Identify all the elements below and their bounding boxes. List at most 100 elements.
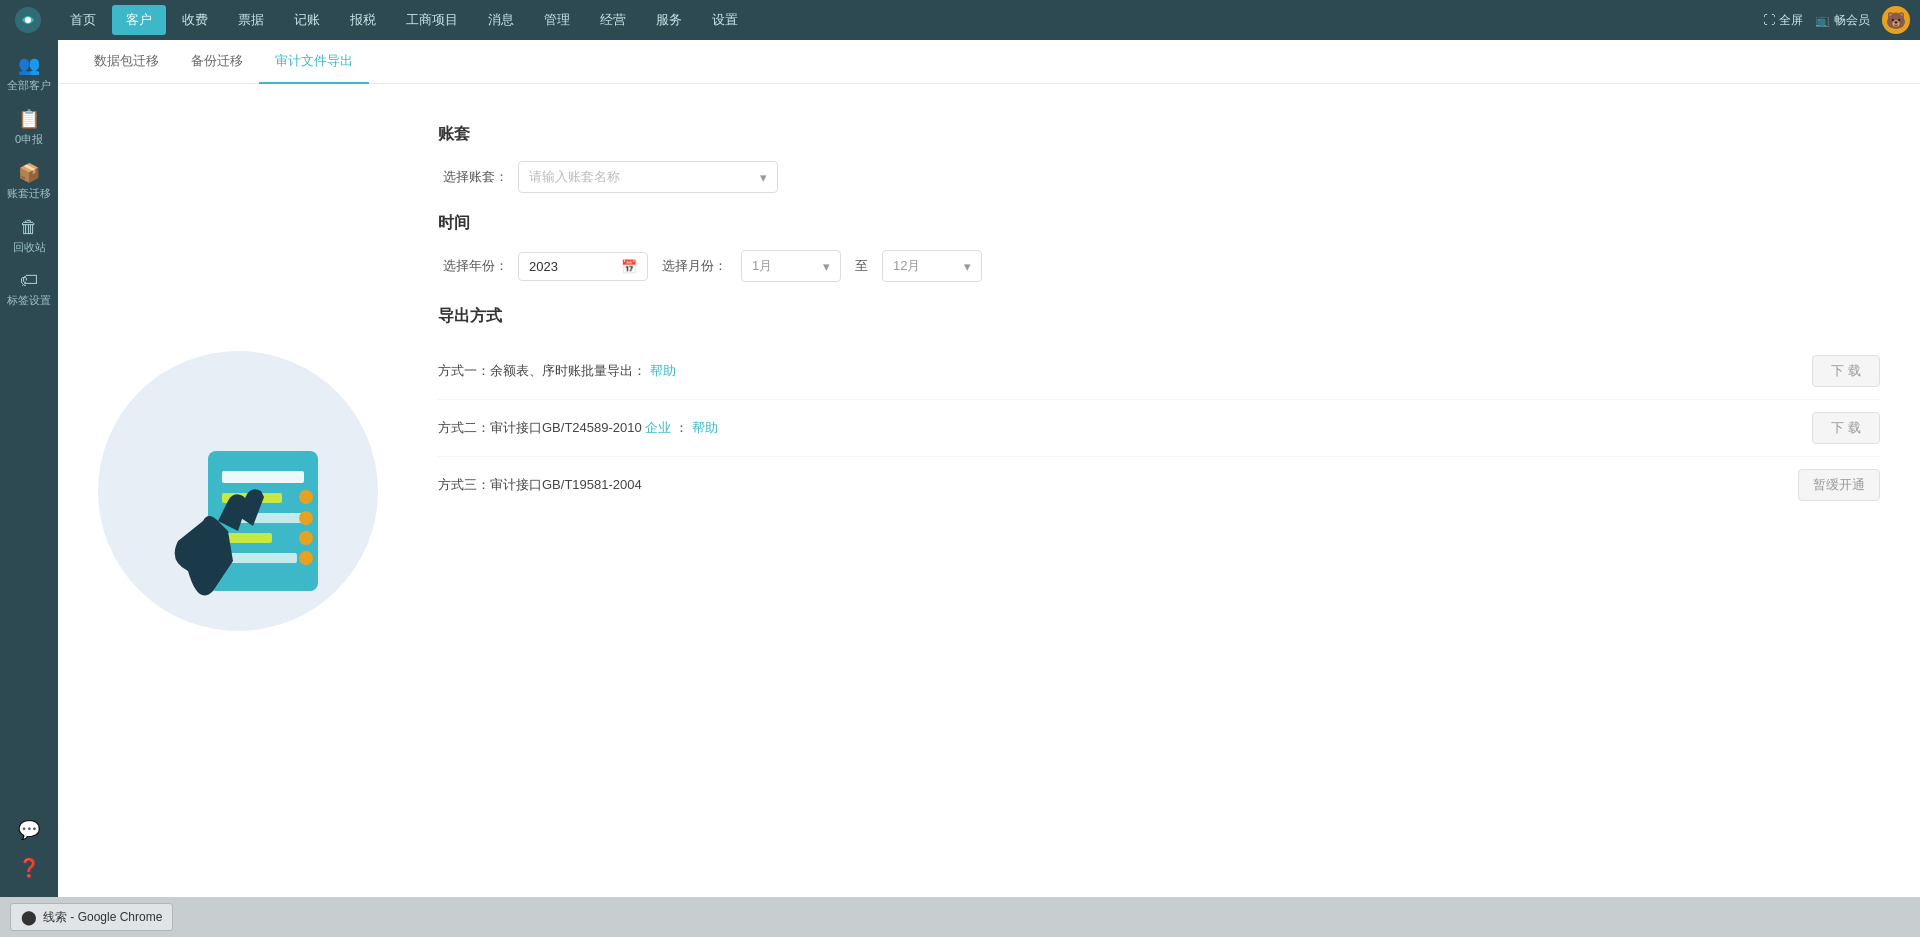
svg-point-8	[299, 490, 313, 504]
illustration-circle	[98, 351, 378, 631]
app-logo	[10, 2, 46, 38]
export-method-2: 方式二：审计接口GB/T24589-2010 企业 ： 帮助 下 载	[438, 400, 1880, 457]
svg-point-9	[299, 511, 313, 525]
content-area: 数据包迁移 备份迁移 审计文件导出	[58, 40, 1920, 897]
export-method-3: 方式三：审计接口GB/T19581-2004 暂缓开通	[438, 457, 1880, 513]
export-method-1: 方式一：余额表、序时账批量导出： 帮助 下 载	[438, 343, 1880, 400]
sidebar-label-migrate: 账套迁移	[7, 187, 51, 200]
sidebar-label-tag: 标签设置	[7, 294, 51, 307]
fullscreen-button[interactable]: ⛶ 全屏	[1763, 12, 1803, 29]
taskbar-item-label: 线索 - Google Chrome	[43, 909, 162, 926]
sidebar-label-recycle: 回收站	[13, 241, 46, 254]
illustration-area	[98, 114, 378, 867]
time-to-label: 至	[851, 257, 872, 275]
month-start-select[interactable]: 1月 ▾	[741, 250, 841, 282]
sidebar-item-tag-settings[interactable]: 🏷 标签设置	[3, 264, 55, 313]
top-navigation: 首页 客户 收费 票据 记账 报税 工商项目 消息 管理 经营 服务 设置 ⛶ …	[0, 0, 1920, 40]
nav-fee[interactable]: 收费	[168, 5, 222, 35]
fullscreen-icon: ⛶	[1763, 13, 1775, 27]
export-method-1-help[interactable]: 帮助	[650, 363, 676, 378]
export-method-1-text: 方式一：余额表、序时账批量导出：	[438, 363, 646, 378]
year-select[interactable]: 2023 📅	[518, 252, 648, 281]
tag-icon: 🏷	[20, 270, 38, 291]
sidebar-item-recycle[interactable]: 🗑 回收站	[3, 211, 55, 260]
nav-accounting[interactable]: 记账	[280, 5, 334, 35]
nav-settings[interactable]: 设置	[698, 5, 752, 35]
nav-tax[interactable]: 报税	[336, 5, 390, 35]
message-icon: 💬	[18, 819, 40, 841]
account-section-title: 账套	[438, 124, 1880, 145]
svg-rect-7	[222, 553, 297, 563]
top-nav-right: ⛶ 全屏 📺 畅会员 🐻	[1763, 6, 1910, 34]
tab-backup-migrate[interactable]: 备份迁移	[175, 40, 259, 84]
avatar[interactable]: 🐻	[1882, 6, 1910, 34]
sidebar-label-all-clients: 全部客户	[7, 79, 51, 92]
download-button-1[interactable]: 下 载	[1812, 355, 1880, 387]
year-label: 选择年份：	[438, 257, 508, 275]
svg-point-1	[25, 17, 31, 23]
export-section: 导出方式 方式一：余额表、序时账批量导出： 帮助 下 载 方式二：审计接口GB/…	[438, 306, 1880, 513]
sidebar-bottom: 💬 ❓	[0, 813, 58, 897]
export-section-title: 导出方式	[438, 306, 1880, 327]
time-section-title: 时间	[438, 213, 1880, 234]
main-content: 账套 选择账套： 请输入账套名称 ▾ 时间 选择年份： 2023 📅	[58, 84, 1920, 897]
nav-home[interactable]: 首页	[56, 5, 110, 35]
calendar-icon: 📅	[621, 259, 637, 274]
export-method-2-help[interactable]: 帮助	[692, 420, 718, 435]
account-label: 选择账套：	[438, 168, 508, 186]
month-label: 选择月份：	[658, 257, 731, 275]
export-method-2-text: 方式二：审计接口GB/T24589-2010	[438, 420, 642, 435]
sidebar-item-all-clients[interactable]: 👥 全部客户	[3, 48, 55, 98]
vip-open-button[interactable]: 暂缓开通	[1798, 469, 1880, 501]
tab-audit-export[interactable]: 审计文件导出	[259, 40, 369, 84]
sidebar-item-zero-declare[interactable]: 📋 0申报	[3, 102, 55, 152]
vip-icon: 📺	[1815, 13, 1830, 27]
tab-bar: 数据包迁移 备份迁移 审计文件导出	[58, 40, 1920, 84]
vip-button[interactable]: 📺 畅会员	[1815, 12, 1870, 29]
nav-invoice[interactable]: 票据	[224, 5, 278, 35]
download-button-2[interactable]: 下 载	[1812, 412, 1880, 444]
nav-message[interactable]: 消息	[474, 5, 528, 35]
export-method-2-label: 方式二：审计接口GB/T24589-2010 企业 ： 帮助	[438, 419, 718, 437]
account-select-placeholder: 请输入账套名称	[529, 168, 620, 186]
nav-operation[interactable]: 经营	[586, 5, 640, 35]
chrome-icon: ⬤	[21, 909, 37, 925]
sidebar-item-account-migrate[interactable]: 📦 账套迁移	[3, 156, 55, 206]
form-area: 账套 选择账套： 请输入账套名称 ▾ 时间 选择年份： 2023 📅	[438, 114, 1880, 867]
nav-client[interactable]: 客户	[112, 5, 166, 35]
clients-icon: 👥	[18, 54, 40, 76]
account-form-row: 选择账套： 请输入账套名称 ▾	[438, 161, 1880, 193]
taskbar: ⬤ 线索 - Google Chrome	[0, 897, 1920, 937]
export-method-2-highlight: 企业	[645, 420, 671, 435]
month-end-value: 12月	[893, 257, 920, 275]
month-end-arrow: ▾	[964, 259, 971, 274]
nav-items: 首页 客户 收费 票据 记账 报税 工商项目 消息 管理 经营 服务 设置	[56, 5, 1763, 35]
nav-manage[interactable]: 管理	[530, 5, 584, 35]
migrate-icon: 📦	[18, 162, 40, 184]
account-select[interactable]: 请输入账套名称 ▾	[518, 161, 778, 193]
tab-data-migrate[interactable]: 数据包迁移	[78, 40, 175, 84]
month-start-value: 1月	[752, 257, 772, 275]
svg-point-10	[299, 531, 313, 545]
month-end-select[interactable]: 12月 ▾	[882, 250, 982, 282]
nav-business[interactable]: 工商项目	[392, 5, 472, 35]
taskbar-chrome-item[interactable]: ⬤ 线索 - Google Chrome	[10, 903, 173, 931]
sidebar-label-zero-declare: 0申报	[15, 133, 43, 146]
sidebar-item-help[interactable]: ❓	[3, 851, 55, 885]
main-layout: 👥 全部客户 📋 0申报 📦 账套迁移 🗑 回收站 🏷 标签设置 💬 ❓	[0, 40, 1920, 897]
year-value: 2023	[529, 259, 558, 274]
sidebar: 👥 全部客户 📋 0申报 📦 账套迁移 🗑 回收站 🏷 标签设置 💬 ❓	[0, 40, 58, 897]
export-method-3-text: 方式三：审计接口GB/T19581-2004	[438, 477, 642, 492]
month-start-arrow: ▾	[823, 259, 830, 274]
export-method-2-after: ：	[675, 420, 688, 435]
export-method-1-label: 方式一：余额表、序时账批量导出： 帮助	[438, 362, 676, 380]
nav-service[interactable]: 服务	[642, 5, 696, 35]
illustration-svg	[138, 381, 338, 601]
help-icon: ❓	[18, 857, 40, 879]
zero-declare-icon: 📋	[18, 108, 40, 130]
account-select-arrow: ▾	[760, 170, 767, 185]
time-form-row: 选择年份： 2023 📅 选择月份： 1月 ▾ 至 12月 ▾	[438, 250, 1880, 282]
svg-point-11	[299, 551, 313, 565]
fullscreen-label: 全屏	[1779, 12, 1803, 29]
sidebar-item-messages[interactable]: 💬	[3, 813, 55, 847]
